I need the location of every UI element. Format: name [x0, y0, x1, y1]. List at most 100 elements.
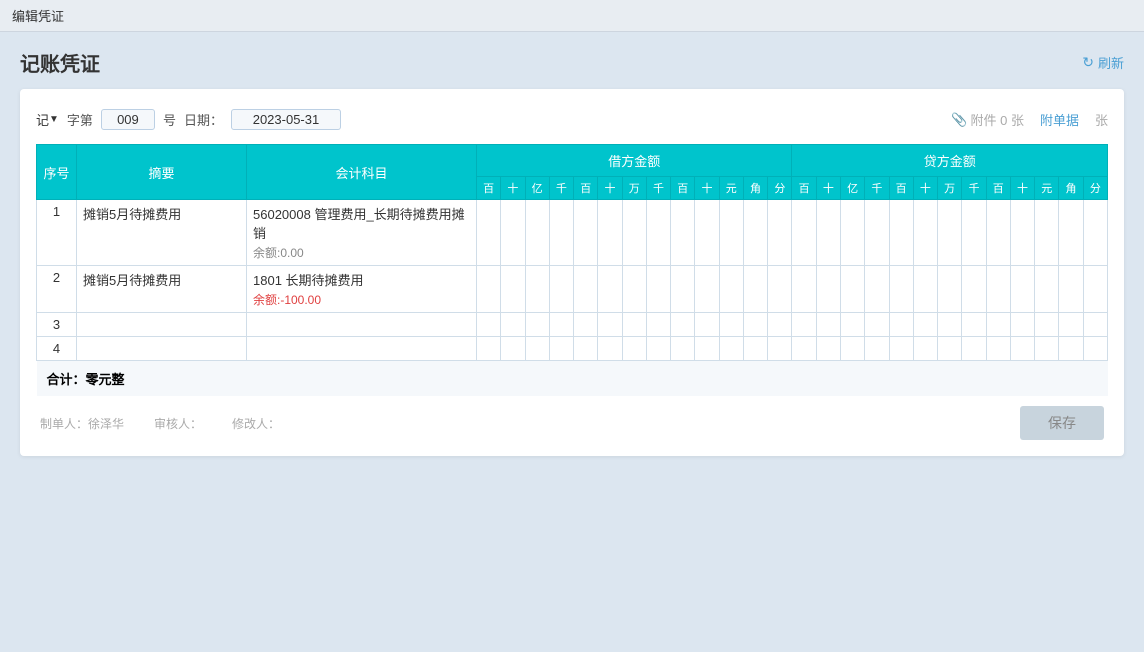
credit-digit-cell[interactable]	[986, 337, 1010, 361]
debit-digit-cell[interactable]	[549, 313, 573, 337]
debit-digit-cell[interactable]	[671, 266, 695, 313]
credit-digit-cell[interactable]	[913, 200, 937, 266]
debit-digit-cell[interactable]	[743, 337, 767, 361]
credit-digit-cell[interactable]	[1083, 313, 1107, 337]
debit-digit-cell[interactable]	[695, 266, 719, 313]
debit-digit-cell[interactable]	[574, 337, 598, 361]
voucher-number-input[interactable]	[101, 109, 155, 130]
credit-digit-cell[interactable]	[865, 313, 889, 337]
credit-digit-cell[interactable]	[962, 266, 986, 313]
debit-digit-cell[interactable]	[671, 200, 695, 266]
credit-digit-cell[interactable]	[1059, 200, 1083, 266]
credit-digit-cell[interactable]	[1059, 313, 1083, 337]
credit-digit-cell[interactable]	[865, 200, 889, 266]
type-dropdown[interactable]: 记 ▼	[36, 110, 59, 129]
debit-digit-cell[interactable]	[598, 200, 622, 266]
debit-digit-cell[interactable]	[719, 337, 743, 361]
debit-digit-cell[interactable]	[598, 337, 622, 361]
debit-digit-cell[interactable]	[525, 313, 549, 337]
credit-digit-cell[interactable]	[816, 337, 840, 361]
date-input[interactable]	[231, 109, 341, 130]
debit-digit-cell[interactable]	[719, 313, 743, 337]
debit-digit-cell[interactable]	[501, 200, 525, 266]
debit-digit-cell[interactable]	[622, 313, 646, 337]
debit-digit-cell[interactable]	[622, 200, 646, 266]
debit-digit-cell[interactable]	[646, 313, 670, 337]
debit-digit-cell[interactable]	[574, 266, 598, 313]
credit-digit-cell[interactable]	[1035, 337, 1059, 361]
debit-digit-cell[interactable]	[477, 337, 501, 361]
credit-digit-cell[interactable]	[1010, 313, 1034, 337]
credit-digit-cell[interactable]	[1010, 337, 1034, 361]
row-summary[interactable]	[77, 313, 247, 337]
refresh-button[interactable]: ↻ 刷新	[1082, 53, 1124, 72]
credit-digit-cell[interactable]	[986, 313, 1010, 337]
row-account[interactable]: 56020008 管理费用_长期待摊费用摊销余额:0.00	[247, 200, 477, 266]
debit-digit-cell[interactable]	[574, 200, 598, 266]
credit-digit-cell[interactable]	[840, 313, 864, 337]
debit-digit-cell[interactable]	[743, 200, 767, 266]
debit-digit-cell[interactable]	[574, 313, 598, 337]
debit-digit-cell[interactable]	[646, 200, 670, 266]
credit-digit-cell[interactable]	[913, 313, 937, 337]
credit-digit-cell[interactable]	[986, 266, 1010, 313]
debit-digit-cell[interactable]	[525, 337, 549, 361]
debit-digit-cell[interactable]	[743, 313, 767, 337]
debit-digit-cell[interactable]	[768, 266, 792, 313]
debit-digit-cell[interactable]	[525, 266, 549, 313]
debit-digit-cell[interactable]	[549, 200, 573, 266]
credit-digit-cell[interactable]	[840, 337, 864, 361]
credit-digit-cell[interactable]	[1059, 266, 1083, 313]
debit-digit-cell[interactable]	[719, 266, 743, 313]
credit-digit-cell[interactable]	[865, 266, 889, 313]
debit-digit-cell[interactable]	[695, 200, 719, 266]
debit-digit-cell[interactable]	[477, 200, 501, 266]
debit-digit-cell[interactable]	[671, 313, 695, 337]
row-account[interactable]	[247, 337, 477, 361]
debit-digit-cell[interactable]	[768, 337, 792, 361]
row-summary[interactable]: 摊销5月待摊费用	[77, 266, 247, 313]
credit-digit-cell[interactable]	[986, 200, 1010, 266]
credit-digit-cell[interactable]	[1083, 266, 1107, 313]
credit-digit-cell[interactable]	[792, 266, 816, 313]
debit-digit-cell[interactable]	[549, 266, 573, 313]
debit-digit-cell[interactable]	[501, 266, 525, 313]
credit-digit-cell[interactable]	[938, 200, 962, 266]
credit-digit-cell[interactable]	[913, 337, 937, 361]
credit-digit-cell[interactable]	[816, 313, 840, 337]
debit-digit-cell[interactable]	[598, 266, 622, 313]
credit-digit-cell[interactable]	[938, 337, 962, 361]
attachment-button[interactable]: 📎 附件 0 张	[951, 110, 1024, 129]
credit-digit-cell[interactable]	[1035, 200, 1059, 266]
credit-digit-cell[interactable]	[865, 337, 889, 361]
credit-digit-cell[interactable]	[938, 266, 962, 313]
debit-digit-cell[interactable]	[477, 313, 501, 337]
attach-single-button[interactable]: 附单据	[1040, 110, 1079, 129]
row-summary[interactable]	[77, 337, 247, 361]
row-account[interactable]	[247, 313, 477, 337]
debit-digit-cell[interactable]	[525, 200, 549, 266]
credit-digit-cell[interactable]	[889, 337, 913, 361]
credit-digit-cell[interactable]	[1083, 337, 1107, 361]
credit-digit-cell[interactable]	[816, 200, 840, 266]
credit-digit-cell[interactable]	[816, 266, 840, 313]
debit-digit-cell[interactable]	[598, 313, 622, 337]
credit-digit-cell[interactable]	[1010, 200, 1034, 266]
debit-digit-cell[interactable]	[743, 266, 767, 313]
debit-digit-cell[interactable]	[695, 313, 719, 337]
credit-digit-cell[interactable]	[1035, 313, 1059, 337]
credit-digit-cell[interactable]	[840, 266, 864, 313]
credit-digit-cell[interactable]	[792, 200, 816, 266]
debit-digit-cell[interactable]	[646, 337, 670, 361]
row-summary[interactable]: 摊销5月待摊费用	[77, 200, 247, 266]
credit-digit-cell[interactable]	[1010, 266, 1034, 313]
debit-digit-cell[interactable]	[501, 337, 525, 361]
debit-digit-cell[interactable]	[477, 266, 501, 313]
credit-digit-cell[interactable]	[962, 200, 986, 266]
debit-digit-cell[interactable]	[719, 200, 743, 266]
debit-digit-cell[interactable]	[622, 337, 646, 361]
credit-digit-cell[interactable]	[840, 200, 864, 266]
credit-digit-cell[interactable]	[913, 266, 937, 313]
row-account[interactable]: 1801 长期待摊费用余额:-100.00	[247, 266, 477, 313]
credit-digit-cell[interactable]	[889, 266, 913, 313]
